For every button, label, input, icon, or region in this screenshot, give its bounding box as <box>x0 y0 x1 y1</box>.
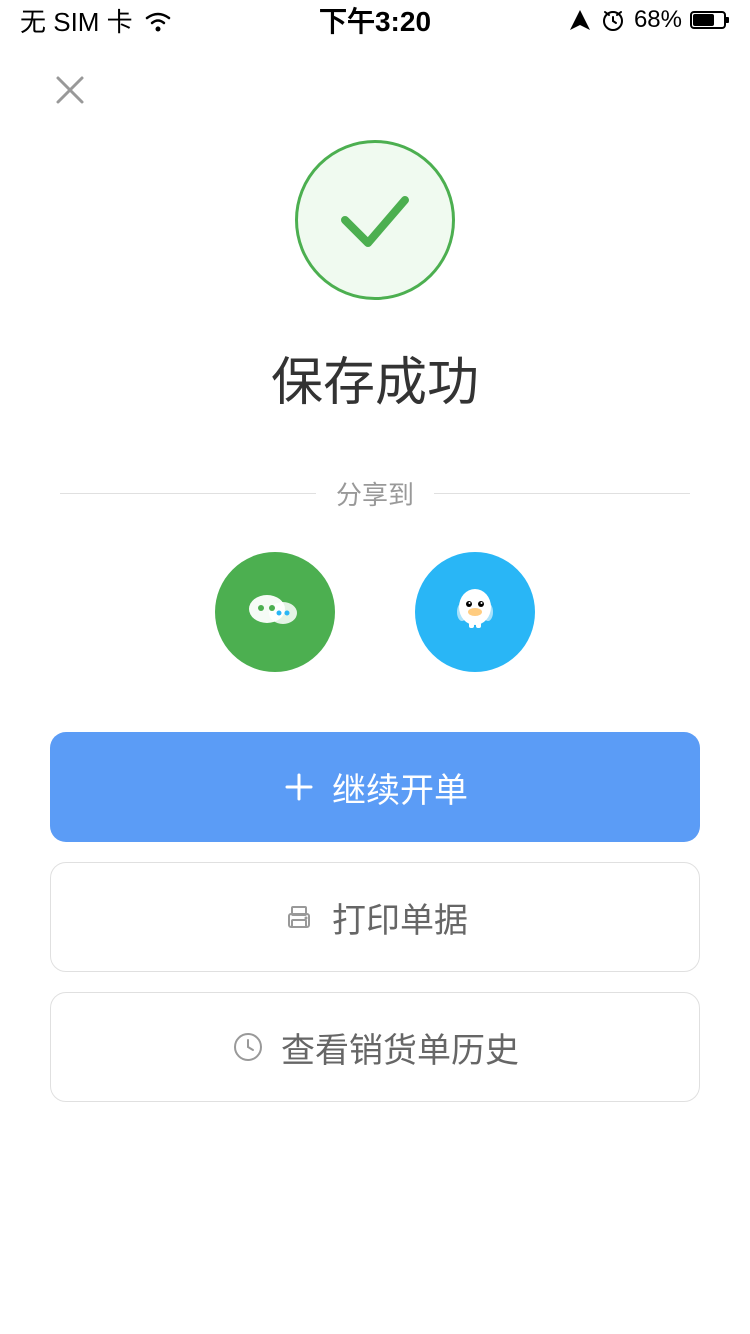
print-label: 打印单据 <box>332 893 468 942</box>
qq-share-button[interactable] <box>415 552 535 672</box>
wifi-icon <box>141 6 175 34</box>
qq-icon <box>440 577 510 647</box>
battery-icon <box>690 9 730 31</box>
share-icons <box>215 552 535 672</box>
checkmark-icon <box>330 175 420 265</box>
history-button[interactable]: 查看销货单历史 <box>50 992 700 1102</box>
status-bar: 无 SIM 卡 下午3:20 68% <box>0 0 750 40</box>
print-button[interactable]: 打印单据 <box>50 862 700 972</box>
share-section: 分享到 <box>0 475 750 672</box>
actions-section: 继续开单 打印单据 查看销货单历史 <box>0 732 750 1102</box>
divider-left <box>60 493 316 494</box>
wechat-share-button[interactable] <box>215 552 335 672</box>
printer-icon <box>282 900 316 934</box>
share-divider: 分享到 <box>0 475 750 512</box>
alarm-icon <box>600 7 626 33</box>
main-content: 保存成功 分享到 <box>0 40 750 1334</box>
close-icon <box>52 72 88 108</box>
divider-right <box>434 493 690 494</box>
continue-label: 继续开单 <box>332 763 468 812</box>
plus-icon <box>282 770 316 804</box>
history-label: 查看销货单历史 <box>281 1023 519 1072</box>
share-label: 分享到 <box>336 475 414 512</box>
clock-icon <box>231 1030 265 1064</box>
status-carrier: 无 SIM 卡 <box>20 2 175 39</box>
success-title: 保存成功 <box>271 340 479 415</box>
success-icon-circle <box>295 140 455 300</box>
wechat-icon <box>240 577 310 647</box>
battery-text: 68% <box>634 6 682 34</box>
status-right: 68% <box>568 6 730 34</box>
status-time: 下午3:20 <box>319 0 431 40</box>
close-button[interactable] <box>40 60 100 120</box>
continue-button[interactable]: 继续开单 <box>50 732 700 842</box>
location-icon <box>568 8 592 32</box>
